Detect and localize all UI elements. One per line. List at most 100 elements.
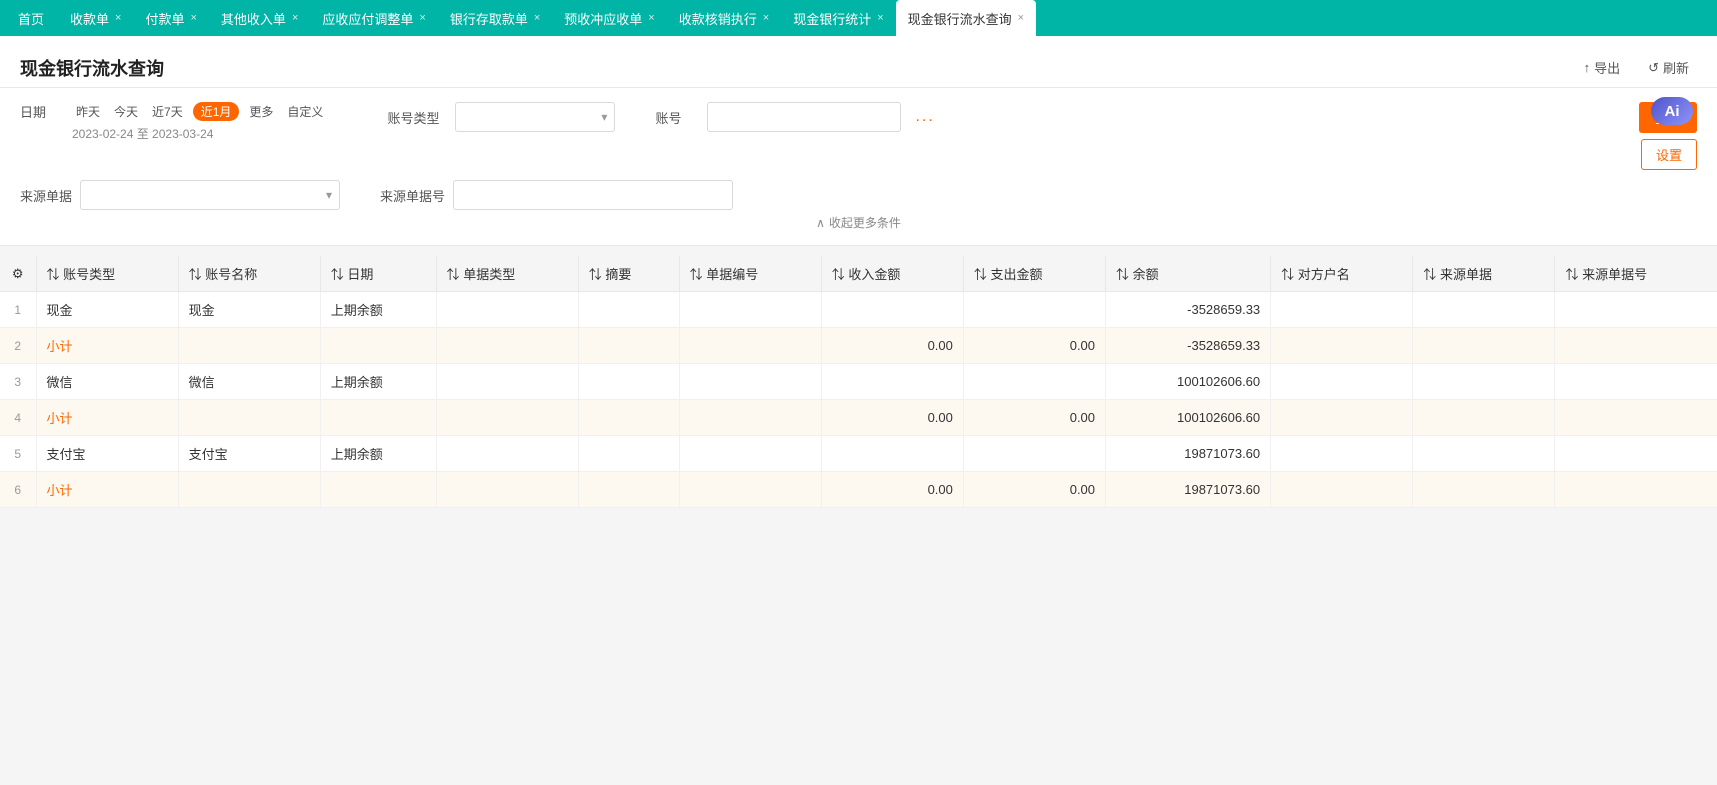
- cell-source-doc-no: [1555, 364, 1717, 400]
- close-tab-liushui-icon[interactable]: ×: [1018, 12, 1024, 24]
- cell-doc-type: [436, 292, 578, 328]
- ai-badge[interactable]: Ai: [1651, 97, 1693, 125]
- cell-counterpart: [1271, 292, 1413, 328]
- date-more[interactable]: 更多: [245, 102, 277, 121]
- nav-tab-qita[interactable]: 其他收入单 ×: [209, 0, 310, 36]
- source-doc-select[interactable]: [80, 180, 340, 210]
- close-tab-tongji-icon[interactable]: ×: [877, 12, 883, 24]
- nav-tab-tongji[interactable]: 现金银行统计 ×: [781, 0, 895, 36]
- cell-balance: 100102606.60: [1106, 400, 1271, 436]
- refresh-icon: ↺: [1648, 60, 1659, 76]
- settings-button[interactable]: 设置: [1641, 139, 1697, 170]
- account-input[interactable]: [707, 102, 901, 132]
- col-balance[interactable]: ⇅ 余额: [1106, 256, 1271, 292]
- cell-account-type: 现金: [36, 292, 178, 328]
- nav-tab-fukudan[interactable]: 付款单 ×: [133, 0, 208, 36]
- cell-account-type: 小计: [36, 400, 178, 436]
- cell-income: 0.00: [821, 328, 963, 364]
- col-doc-no[interactable]: ⇅ 单据编号: [679, 256, 821, 292]
- cell-account-type: 微信: [36, 364, 178, 400]
- account-type-select[interactable]: [455, 102, 615, 132]
- col-doc-type[interactable]: ⇅ 单据类型: [436, 256, 578, 292]
- table-header-row: ⚙ ⇅ 账号类型 ⇅ 账号名称 ⇅ 日期 ⇅ 单据类型 ⇅: [0, 256, 1717, 292]
- cell-date: [320, 400, 436, 436]
- cell-date: [320, 328, 436, 364]
- row-number: 5: [0, 436, 36, 472]
- col-source-doc[interactable]: ⇅ 来源单据: [1413, 256, 1555, 292]
- close-tab-hexiao-icon[interactable]: ×: [763, 12, 769, 24]
- collapse-bar[interactable]: ∧ 收起更多条件: [20, 210, 1697, 235]
- date-custom[interactable]: 自定义: [283, 102, 327, 121]
- col-account-type[interactable]: ⇅ 账号类型: [36, 256, 178, 292]
- cell-doc-type: [436, 400, 578, 436]
- cell-expense: [963, 292, 1105, 328]
- cell-source-doc: [1413, 400, 1555, 436]
- cell-expense: [963, 436, 1105, 472]
- cell-date: 上期余额: [320, 292, 436, 328]
- nav-tab-cunkuan[interactable]: 银行存取款单 ×: [438, 0, 552, 36]
- cell-counterpart: [1271, 364, 1413, 400]
- cell-account-name: [178, 400, 320, 436]
- cell-source-doc-no: [1555, 400, 1717, 436]
- cell-doc-type: [436, 328, 578, 364]
- date-7days[interactable]: 近7天: [148, 102, 187, 121]
- close-tab-fukudan-icon[interactable]: ×: [190, 12, 196, 24]
- col-expense[interactable]: ⇅ 支出金额: [963, 256, 1105, 292]
- cell-doc-no: [679, 364, 821, 400]
- source-doc-group: 来源单据: [20, 180, 340, 210]
- date-today[interactable]: 今天: [110, 102, 142, 121]
- nav-home[interactable]: 首页: [4, 9, 58, 28]
- cell-summary: [578, 328, 679, 364]
- filter-area: 日期 昨天 今天 近7天 近1月 更多 自定义 2023-02-24 至 202…: [0, 88, 1717, 246]
- nav-tab-tiaozheng[interactable]: 应收应付调整单 ×: [310, 0, 437, 36]
- col-account-name[interactable]: ⇅ 账号名称: [178, 256, 320, 292]
- date-1month[interactable]: 近1月: [193, 102, 240, 121]
- cell-doc-no: [679, 292, 821, 328]
- cell-account-name: 现金: [178, 292, 320, 328]
- source-doc-no-label: 来源单据号: [380, 186, 445, 205]
- cell-expense: 0.00: [963, 328, 1105, 364]
- close-tab-yushou-icon[interactable]: ×: [648, 12, 654, 24]
- export-button[interactable]: ↑ 导出: [1576, 54, 1629, 81]
- cell-balance: -3528659.33: [1106, 292, 1271, 328]
- close-tab-qita-icon[interactable]: ×: [292, 12, 298, 24]
- col-summary[interactable]: ⇅ 摘要: [578, 256, 679, 292]
- account-label: 账号: [655, 108, 691, 127]
- cell-summary: [578, 472, 679, 508]
- nav-tab-yushou[interactable]: 预收冲应收单 ×: [552, 0, 666, 36]
- cell-source-doc: [1413, 292, 1555, 328]
- table-row: 3微信微信上期余额100102606.60: [0, 364, 1717, 400]
- cell-date: 上期余额: [320, 436, 436, 472]
- cell-source-doc: [1413, 328, 1555, 364]
- nav-tab-shoudan[interactable]: 收款单 ×: [58, 0, 133, 36]
- account-more-icon[interactable]: ...: [915, 108, 934, 126]
- col-income[interactable]: ⇅ 收入金额: [821, 256, 963, 292]
- filter-row-2: 来源单据 来源单据号: [20, 180, 1697, 210]
- top-nav: 首页 收款单 × 付款单 × 其他收入单 × 应收应付调整单 × 银行存取款单 …: [0, 0, 1717, 36]
- col-settings[interactable]: ⚙: [0, 256, 36, 292]
- date-shortcuts: 昨天 今天 近7天 近1月 更多 自定义: [72, 102, 327, 121]
- col-date[interactable]: ⇅ 日期: [320, 256, 436, 292]
- cell-summary: [578, 292, 679, 328]
- cell-doc-type: [436, 472, 578, 508]
- nav-tab-hexiao[interactable]: 收款核销执行 ×: [667, 0, 781, 36]
- close-tab-shoudan-icon[interactable]: ×: [115, 12, 121, 24]
- cell-balance: -3528659.33: [1106, 328, 1271, 364]
- account-type-label: 账号类型: [387, 108, 439, 127]
- refresh-button[interactable]: ↺ 刷新: [1640, 54, 1697, 81]
- row-number: 2: [0, 328, 36, 364]
- col-counterpart[interactable]: ⇅ 对方户名: [1271, 256, 1413, 292]
- close-tab-cunkuan-icon[interactable]: ×: [534, 12, 540, 24]
- cell-income: 0.00: [821, 400, 963, 436]
- nav-tab-liushui[interactable]: 现金银行流水查询 ×: [896, 0, 1036, 36]
- close-tab-tiaozheng-icon[interactable]: ×: [419, 12, 425, 24]
- export-icon: ↑: [1584, 60, 1591, 75]
- source-doc-no-input[interactable]: [453, 180, 733, 210]
- cell-source-doc-no: [1555, 292, 1717, 328]
- cell-source-doc-no: [1555, 436, 1717, 472]
- table-row: 6小计0.000.0019871073.60: [0, 472, 1717, 508]
- date-yesterday[interactable]: 昨天: [72, 102, 104, 121]
- cell-income: [821, 292, 963, 328]
- col-source-doc-no[interactable]: ⇅ 来源单据号: [1555, 256, 1717, 292]
- table-container: ⚙ ⇅ 账号类型 ⇅ 账号名称 ⇅ 日期 ⇅ 单据类型 ⇅: [0, 256, 1717, 508]
